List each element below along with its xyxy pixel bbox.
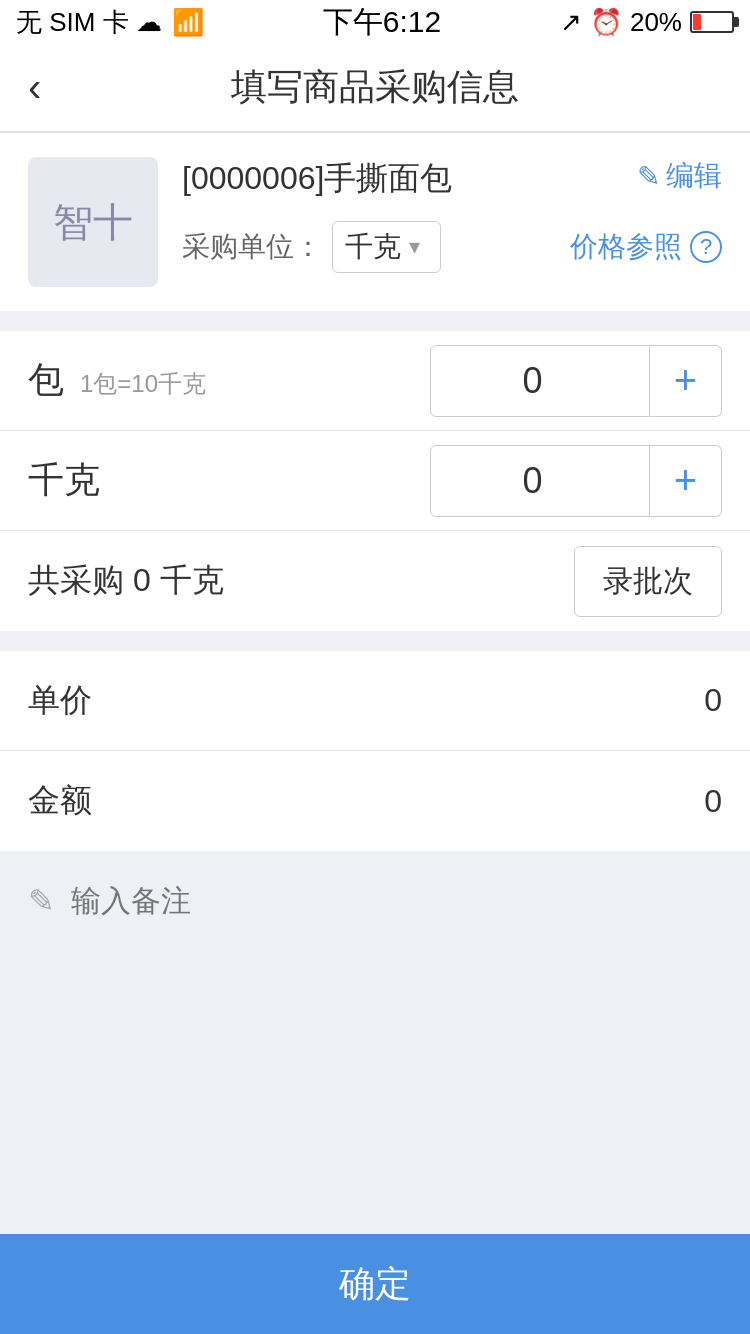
qty-plus-kg[interactable]: + [650,445,722,517]
unit-price-label: 单价 [28,679,92,723]
product-name: [0000006]手撕面包 [182,157,452,201]
qty-input-bao[interactable] [430,345,650,417]
record-batch-button[interactable]: 录批次 [574,546,722,617]
back-button[interactable]: ‹ [28,65,41,110]
quantity-section: 包 1包=10千克 + 千克 + [0,331,750,531]
amount-value: 0 [704,783,722,820]
price-ref-label: 价格参照 [570,228,682,266]
notes-input[interactable] [71,884,722,918]
product-logo-text: 智十 [53,195,133,250]
battery-icon [690,11,734,33]
qty-label-group-bao: 包 1包=10千克 [28,356,430,405]
unit-price-value: 0 [704,682,722,719]
wifi-icon: 📶 [172,7,204,38]
product-card: 智十 [0000006]手撕面包 ✎ 编辑 采购单位： 千克 ▾ 价格参照 ? [0,133,750,311]
qty-label-group-kg: 千克 [28,456,430,505]
quantity-row-kg: 千克 + [0,431,750,531]
status-bar: 无 SIM 卡 ☁ 📶 下午6:12 ↗ ⏰ 20% [0,0,750,44]
notes-section: ✎ [0,851,750,951]
alarm-icon: ⏰ [590,7,622,38]
status-time: 下午6:12 [323,2,441,43]
qty-plus-bao[interactable]: + [650,345,722,417]
amount-row: 金额 0 [0,751,750,851]
status-left: 无 SIM 卡 ☁ 📶 [16,5,204,40]
product-info: [0000006]手撕面包 ✎ 编辑 采购单位： 千克 ▾ 价格参照 ? [182,157,722,273]
section-separator-1 [0,311,750,331]
location-icon: ↗ [560,7,582,38]
section-separator-2 [0,631,750,651]
chevron-down-icon: ▾ [409,234,420,260]
unit-select[interactable]: 千克 ▾ [332,221,441,273]
bottom-filler [0,951,750,1251]
nav-bar: ‹ 填写商品采购信息 [0,44,750,132]
total-text: 共采购 0 千克 [28,559,224,603]
unit-price-row: 单价 0 [0,651,750,751]
unit-label: 采购单位： 千克 ▾ [182,221,441,273]
confirm-button[interactable]: 确定 [0,1234,750,1334]
product-image: 智十 [28,157,158,287]
product-header: [0000006]手撕面包 ✎ 编辑 [182,157,722,201]
edit-button[interactable]: ✎ 编辑 [637,157,722,195]
unit-label-text: 采购单位： [182,228,322,266]
price-ref-button[interactable]: 价格参照 ? [570,228,722,266]
qty-sub-label-bao: 1包=10千克 [80,368,206,400]
price-section: 单价 0 金额 0 [0,651,750,851]
status-right: ↗ ⏰ 20% [560,7,734,38]
total-row: 共采购 0 千克 录批次 [0,531,750,631]
battery-percent: 20% [630,7,682,38]
qty-input-kg[interactable] [430,445,650,517]
page-title: 填写商品采购信息 [231,63,519,112]
qty-input-group-kg: + [430,445,722,517]
qty-main-label-kg: 千克 [28,456,100,505]
product-unit-row: 采购单位： 千克 ▾ 价格参照 ? [182,221,722,273]
help-icon: ? [690,231,722,263]
quantity-row-bao: 包 1包=10千克 + [0,331,750,431]
edit-icon: ✎ [637,160,660,193]
sim-label: 无 SIM 卡 ☁ [16,5,162,40]
edit-label: 编辑 [666,157,722,195]
amount-label: 金额 [28,779,92,823]
unit-value: 千克 [345,228,401,266]
pencil-icon: ✎ [28,882,55,920]
qty-input-group-bao: + [430,345,722,417]
qty-main-label-bao: 包 [28,356,64,405]
battery-fill [693,14,701,30]
